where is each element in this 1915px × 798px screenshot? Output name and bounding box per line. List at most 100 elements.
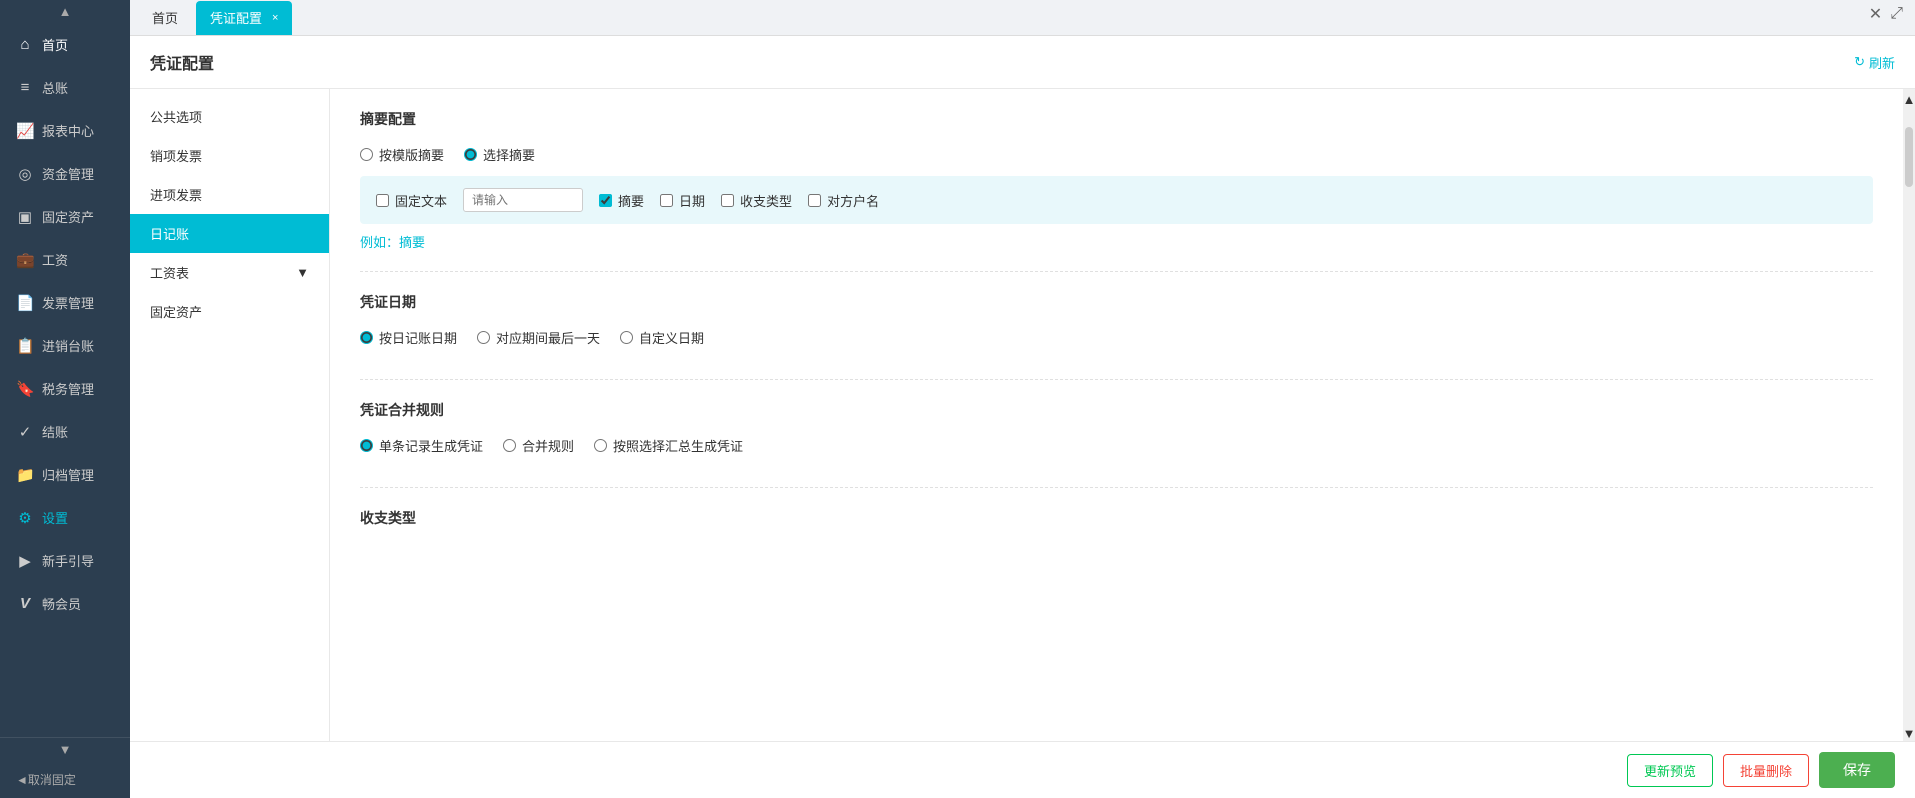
sidebar-item-label: 畅会员 xyxy=(42,594,81,613)
radio-merge-rule-input[interactable] xyxy=(503,439,516,452)
radio-by-template[interactable]: 按模版摘要 xyxy=(360,145,444,164)
radio-merge-rule[interactable]: 合并规则 xyxy=(503,436,574,455)
archive-icon: 📁 xyxy=(16,466,34,484)
sidebar-item-sales-ledger[interactable]: 📋 进销台账 xyxy=(0,324,130,367)
sidebar-item-label: 首页 xyxy=(42,35,68,54)
bottom-bar: 更新预览 批量删除 保存 xyxy=(130,741,1915,798)
left-nav-journal[interactable]: 日记账 xyxy=(130,214,329,253)
unpin-label: ◄取消固定 xyxy=(16,771,76,788)
sidebar-bottom: ▼ ◄取消固定 xyxy=(0,737,130,798)
left-nav-purchase-invoice[interactable]: 进项发票 xyxy=(130,175,329,214)
radio-by-last-day-input[interactable] xyxy=(477,331,490,344)
voucher-date-section: 凭证日期 按日记账日期 对应期间最后一天 xyxy=(360,292,1873,380)
checkbox-date-input[interactable] xyxy=(660,194,673,207)
checkbox-counterpart[interactable]: 对方户名 xyxy=(808,191,879,210)
assets-icon: ▣ xyxy=(16,208,34,226)
sidebar-item-payroll[interactable]: 💼 工资 xyxy=(0,238,130,281)
checkbox-fixed-text-label: 固定文本 xyxy=(395,191,447,210)
main-content: 首页 凭证配置 × ✕ ⤢ 凭证配置 ↻ 刷新 公共选项 xyxy=(130,0,1915,798)
sidebar-footer[interactable]: ◄取消固定 xyxy=(0,761,130,798)
radio-single-record[interactable]: 单条记录生成凭证 xyxy=(360,436,483,455)
page-title: 凭证配置 xyxy=(150,50,214,74)
sidebar-item-label: 报表中心 xyxy=(42,121,94,140)
radio-by-last-day-label: 对应期间最后一天 xyxy=(496,328,600,347)
voucher-date-title: 凭证日期 xyxy=(360,292,1873,312)
radio-custom-date-label: 自定义日期 xyxy=(639,328,704,347)
radio-by-journal-date[interactable]: 按日记账日期 xyxy=(360,328,457,347)
checkbox-counterpart-input[interactable] xyxy=(808,194,821,207)
payroll-icon: 💼 xyxy=(16,251,34,269)
checkbox-fixed-text[interactable]: 固定文本 xyxy=(376,191,447,210)
sidebar-item-tax-management[interactable]: 🔖 税务管理 xyxy=(0,367,130,410)
tab-close-icon[interactable]: × xyxy=(272,12,278,24)
sidebar-item-guide[interactable]: ▶ 新手引导 xyxy=(0,539,130,582)
summary-checkbox-row: 固定文本 摘要 日期 xyxy=(360,176,1873,224)
tab-home[interactable]: 首页 xyxy=(138,1,192,35)
income-expense-title: 收支类型 xyxy=(360,508,1873,528)
ledger-icon: ≡ xyxy=(16,79,34,96)
update-preview-button[interactable]: 更新预览 xyxy=(1627,754,1713,787)
radio-custom-date[interactable]: 自定义日期 xyxy=(620,328,704,347)
checkbox-fixed-text-input[interactable] xyxy=(376,194,389,207)
sidebar-item-settings[interactable]: ⚙ 设置 xyxy=(0,496,130,539)
scrollbar-thumb[interactable] xyxy=(1905,127,1913,187)
left-nav-sales-invoice[interactable]: 销项发票 xyxy=(130,136,329,175)
home-icon: ⌂ xyxy=(16,36,34,53)
checkbox-summary-label: 摘要 xyxy=(618,191,644,210)
close-window-icon[interactable]: ✕ xyxy=(1869,4,1882,24)
sidebar-scroll-up[interactable]: ▲ xyxy=(0,0,130,23)
sidebar-item-label: 固定资产 xyxy=(42,207,94,226)
checkbox-summary[interactable]: 摘要 xyxy=(599,191,644,210)
checkbox-income-expense-input[interactable] xyxy=(721,194,734,207)
sidebar-item-general-ledger[interactable]: ≡ 总账 xyxy=(0,66,130,109)
page-content: 凭证配置 ↻ 刷新 公共选项 销项发票 进项发票 日记账 xyxy=(130,36,1915,798)
invoice-icon: 📄 xyxy=(16,294,34,312)
checkbox-income-expense[interactable]: 收支类型 xyxy=(721,191,792,210)
radio-custom-date-input[interactable] xyxy=(620,331,633,344)
radio-select-summary-label: 选择摘要 xyxy=(483,145,535,164)
left-nav-fixed-assets[interactable]: 固定资产 xyxy=(130,292,329,331)
settlement-icon: ✓ xyxy=(16,423,34,441)
checkbox-summary-input[interactable] xyxy=(599,194,612,207)
radio-select-summary-input[interactable] xyxy=(464,148,477,161)
checkbox-date[interactable]: 日期 xyxy=(660,191,705,210)
scroll-down-arrow[interactable]: ▼ xyxy=(1905,725,1913,741)
sidebar-scroll-down[interactable]: ▼ xyxy=(0,738,130,761)
checkbox-date-label: 日期 xyxy=(679,191,705,210)
left-nav: 公共选项 销项发票 进项发票 日记账 工资表 ▼ 固定资产 xyxy=(130,89,330,741)
window-controls: ✕ ⤢ xyxy=(1857,0,1915,28)
batch-delete-button[interactable]: 批量删除 xyxy=(1723,754,1809,787)
sidebar-item-member[interactable]: V 畅会员 xyxy=(0,582,130,625)
sidebar-item-home[interactable]: ⌂ 首页 xyxy=(0,23,130,66)
refresh-button[interactable]: ↻ 刷新 xyxy=(1854,53,1895,72)
sidebar-item-invoice-management[interactable]: 📄 发票管理 xyxy=(0,281,130,324)
radio-single-record-input[interactable] xyxy=(360,439,373,452)
summary-radio-group: 按模版摘要 选择摘要 xyxy=(360,145,1873,164)
sidebar-item-fixed-assets[interactable]: ▣ 固定资产 xyxy=(0,195,130,238)
fixed-text-input[interactable] xyxy=(463,188,583,212)
save-button[interactable]: 保存 xyxy=(1819,752,1895,788)
sidebar-item-label: 设置 xyxy=(42,508,68,527)
tab-voucher-config[interactable]: 凭证配置 × xyxy=(196,1,292,35)
guide-icon: ▶ xyxy=(16,552,34,570)
radio-by-template-input[interactable] xyxy=(360,148,373,161)
left-nav-payroll-table[interactable]: 工资表 ▼ xyxy=(130,253,329,292)
scroll-up-arrow[interactable]: ▲ xyxy=(1905,91,1913,107)
sidebar-item-report-center[interactable]: 📈 报表中心 xyxy=(0,109,130,152)
left-nav-public[interactable]: 公共选项 xyxy=(130,97,329,136)
tab-bar: 首页 凭证配置 × ✕ ⤢ xyxy=(130,0,1915,36)
voucher-date-radio-group: 按日记账日期 对应期间最后一天 自定义日期 xyxy=(360,328,1873,347)
sidebar-item-fund-management[interactable]: ◎ 资金管理 xyxy=(0,152,130,195)
sidebar-item-archive[interactable]: 📁 归档管理 xyxy=(0,453,130,496)
radio-select-summary[interactable]: 选择摘要 xyxy=(464,145,535,164)
radio-by-selection[interactable]: 按照选择汇总生成凭证 xyxy=(594,436,743,455)
radio-by-selection-input[interactable] xyxy=(594,439,607,452)
radio-by-last-day[interactable]: 对应期间最后一天 xyxy=(477,328,600,347)
sidebar-item-settlement[interactable]: ✓ 结账 xyxy=(0,410,130,453)
sidebar-item-label: 总账 xyxy=(42,78,68,97)
maximize-window-icon[interactable]: ⤢ xyxy=(1890,5,1903,23)
vertical-scrollbar[interactable]: ▲ ▼ xyxy=(1903,89,1915,741)
voucher-merge-title: 凭证合并规则 xyxy=(360,400,1873,420)
radio-by-journal-date-input[interactable] xyxy=(360,331,373,344)
sidebar-item-label: 结账 xyxy=(42,422,68,441)
